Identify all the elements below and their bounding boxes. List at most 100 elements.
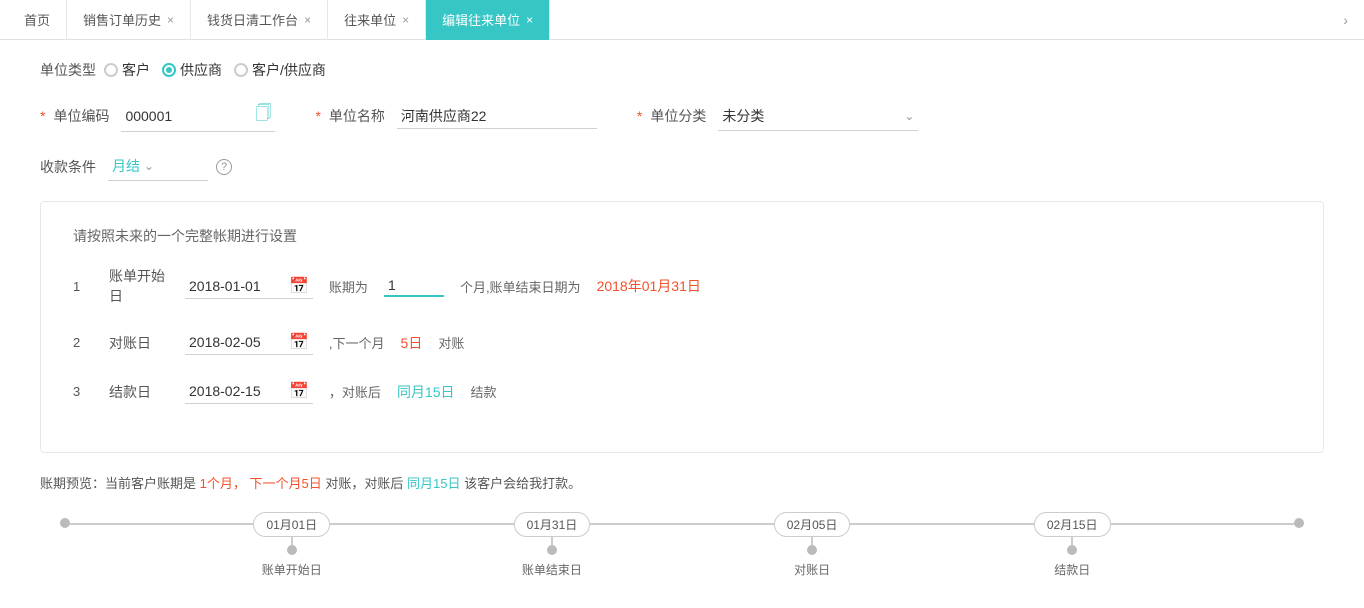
unit-class-value: 未分类: [722, 106, 764, 126]
payment-terms-help-icon[interactable]: ?: [216, 159, 232, 175]
tl-node-2: 01月31日 账单结束日: [514, 512, 591, 578]
unit-code-label: 单位编码: [53, 106, 109, 126]
unit-name-label: 单位名称: [329, 106, 385, 126]
tl-end-dot: [1294, 518, 1304, 528]
tl-node-1-dot: [287, 545, 297, 555]
preview-section: 账期预览：当前客户账期是 1个月， 下一个月5日 对账，对账后 同月15日 该客…: [40, 473, 1324, 492]
account-start-cal-icon[interactable]: 📅: [289, 276, 309, 296]
settlement-label: 结款日: [109, 382, 169, 402]
payment-terms-select[interactable]: 月结 ⌄: [108, 152, 208, 181]
reconcile-desc-highlight: 5日: [401, 333, 423, 353]
period-row-1: 1 账单开始日 📅 账期为 个月,账单结束日期为 2018年01月31日: [73, 266, 1291, 306]
unit-code-required: *: [40, 108, 45, 124]
unit-name-input[interactable]: [397, 104, 597, 129]
tl-node-3-sub: 对账日: [794, 561, 830, 578]
unit-type-label: 单位类型: [40, 60, 96, 80]
payment-terms-value: 月结: [112, 156, 140, 176]
timeline-section: 01月01日 账单开始日 01月31日 账单结束日 02月05日 对账日: [40, 512, 1324, 578]
tl-node-4-sub: 结款日: [1054, 561, 1090, 578]
unit-class-item: * 单位分类 未分类 ⌄: [637, 102, 918, 131]
radio-customer-label: 客户: [122, 60, 150, 80]
unit-type-item: 单位类型 客户 供应商 客户/供应商: [40, 60, 326, 80]
settlement-date-input[interactable]: [189, 383, 289, 399]
main-content: 单位类型 客户 供应商 客户/供应商 * 单位编码: [0, 40, 1364, 608]
tab-counterparty-label: 往来单位: [344, 10, 396, 29]
step-3-num: 3: [73, 384, 93, 399]
tab-sales-history-close[interactable]: ×: [167, 13, 174, 27]
radio-customer[interactable]: 客户: [104, 60, 150, 80]
radio-customer-circle: [104, 63, 118, 77]
preview-p1: 1个月，: [200, 476, 246, 491]
step-1-num: 1: [73, 279, 93, 294]
step-2-num: 2: [73, 335, 93, 350]
tabs-more-arrow[interactable]: ›: [1335, 12, 1356, 28]
tl-node-3: 02月05日 对账日: [774, 512, 851, 578]
tl-node-2-sub: 账单结束日: [522, 561, 582, 578]
tl-node-3-box: 02月05日: [774, 512, 851, 537]
tab-home-label: 首页: [24, 10, 50, 29]
unit-class-select[interactable]: 未分类 ⌄: [718, 102, 918, 131]
tl-line-4: [850, 523, 1033, 525]
period-for-label: 账期为: [329, 277, 368, 296]
unit-type-row: 单位类型 客户 供应商 客户/供应商: [40, 60, 1324, 80]
tl-line-5: [1111, 523, 1294, 525]
tab-counterparty[interactable]: 往来单位 ×: [328, 0, 426, 40]
reconcile-desc-post: 对账: [438, 333, 464, 352]
tl-node-1: 01月01日 账单开始日: [253, 512, 330, 578]
preview-prefix: 账期预览：当前客户账期是: [40, 476, 196, 491]
tab-edit-counterparty-label: 编辑往来单位: [442, 10, 520, 29]
tl-line-2: [330, 523, 513, 525]
payment-terms-row: 收款条件 月结 ⌄ ?: [40, 152, 1324, 181]
tab-cash-work[interactable]: 钱货日清工作台 ×: [191, 0, 328, 40]
settlement-cal-icon[interactable]: 📅: [289, 381, 309, 401]
reconcile-date-wrapper: 📅: [185, 330, 313, 355]
reconcile-cal-icon[interactable]: 📅: [289, 332, 309, 352]
unit-info-row: * 单位编码 🗍 * 单位名称 * 单位分类 未分类 ⌄: [40, 100, 1324, 132]
settlement-desc-highlight: 同月15日: [397, 382, 455, 402]
period-settings-box: 请按照未来的一个完整帐期进行设置 1 账单开始日 📅 账期为 个月,账单结束日期…: [40, 201, 1324, 453]
tab-edit-counterparty-close[interactable]: ×: [526, 13, 533, 27]
tab-home[interactable]: 首页: [8, 0, 67, 40]
account-start-label: 账单开始日: [109, 266, 169, 306]
unit-code-copy-icon[interactable]: 🗍: [255, 102, 271, 129]
preview-middle: 对账，对账后: [325, 476, 403, 491]
radio-group-unit-type: 客户 供应商 客户/供应商: [104, 60, 326, 80]
tab-sales-history[interactable]: 销售订单历史 ×: [67, 0, 191, 40]
account-start-date-wrapper: 📅: [185, 274, 313, 299]
period-end-date-value: 2018年01月31日: [597, 276, 701, 296]
tab-sales-history-label: 销售订单历史: [83, 10, 161, 29]
period-unit-label: 个月,账单结束日期为: [460, 277, 581, 296]
radio-both-label: 客户/供应商: [252, 60, 326, 80]
tab-cash-work-close[interactable]: ×: [304, 13, 311, 27]
tl-line-3: [590, 523, 773, 525]
radio-supplier[interactable]: 供应商: [162, 60, 222, 80]
tab-counterparty-close[interactable]: ×: [402, 13, 409, 27]
period-months-input[interactable]: [384, 275, 444, 297]
unit-class-arrow-icon: ⌄: [904, 109, 914, 123]
reconcile-date-input[interactable]: [189, 334, 289, 350]
radio-both-circle: [234, 63, 248, 77]
settlement-date-wrapper: 📅: [185, 379, 313, 404]
tab-edit-counterparty[interactable]: 编辑往来单位 ×: [426, 0, 550, 40]
tl-line-1: [70, 523, 253, 525]
unit-name-item: * 单位名称: [315, 104, 596, 129]
reconcile-label: 对账日: [109, 333, 169, 353]
unit-code-field-wrapper: 🗍: [121, 100, 275, 132]
radio-supplier-circle: [162, 63, 176, 77]
period-row-2: 2 对账日 📅 ,下一个月 5日 对账: [73, 330, 1291, 355]
period-title: 请按照未来的一个完整帐期进行设置: [73, 226, 1291, 246]
tl-node-3-dot: [807, 545, 817, 555]
unit-class-required: *: [637, 108, 642, 124]
account-start-date-input[interactable]: [189, 278, 289, 294]
unit-code-item: * 单位编码 🗍: [40, 100, 275, 132]
tl-start-dot: [60, 518, 70, 528]
period-row-3: 3 结款日 📅 ，对账后 同月15日 结款: [73, 379, 1291, 404]
radio-supplier-label: 供应商: [180, 60, 222, 80]
settlement-desc-pre: ，对账后: [329, 382, 381, 401]
tl-node-2-dot: [547, 545, 557, 555]
tl-node-4: 02月15日 结款日: [1034, 512, 1111, 578]
radio-both[interactable]: 客户/供应商: [234, 60, 326, 80]
unit-name-required: *: [315, 108, 320, 124]
unit-code-input[interactable]: [125, 108, 255, 124]
tab-cash-work-label: 钱货日清工作台: [207, 10, 298, 29]
